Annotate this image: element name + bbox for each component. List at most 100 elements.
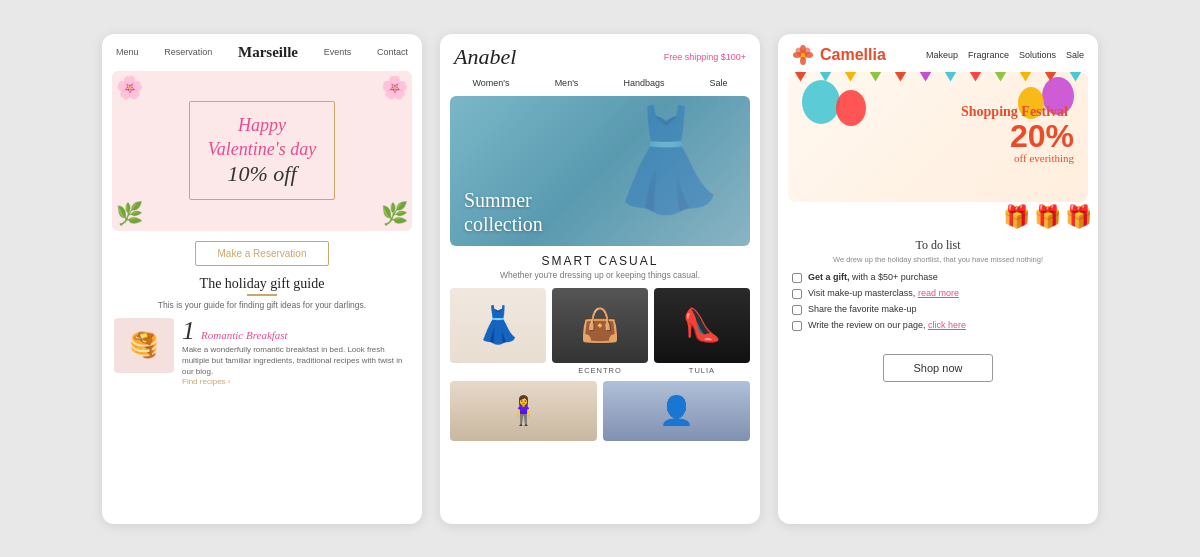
flag-11 (1045, 72, 1057, 82)
read-more-link[interactable]: read more (918, 288, 959, 298)
todo-text-1: Get a gift, with a $50+ purchase (808, 272, 938, 282)
todo-section: To do list We drew up the holiday shortl… (778, 230, 1098, 344)
festival-sub: off everithing (802, 152, 1074, 164)
menu-sale-camellia[interactable]: Sale (1066, 50, 1084, 60)
item-heading-highlight: Romantic (201, 329, 243, 341)
checkbox-4[interactable] (792, 321, 802, 331)
flag-6 (920, 72, 932, 82)
click-here-link[interactable]: click here (928, 320, 966, 330)
product-image-bag: 👜 (552, 288, 648, 363)
card1-nav: Menu Reservation Marseille Events Contac… (102, 34, 422, 67)
free-shipping-label[interactable]: Free shipping $100+ (664, 52, 746, 62)
todo-text-2: Visit make-up masterclass, read more (808, 288, 959, 298)
menu-mens[interactable]: Men's (555, 78, 579, 88)
festival-discount: 20% (802, 120, 1074, 152)
smart-casual-title: SMART CASUAL (440, 254, 760, 268)
menu-makeup[interactable]: Makeup (926, 50, 958, 60)
card2-menu: Women's Men's Handbags Sale (440, 74, 760, 96)
product-image-dress: 👗 (450, 288, 546, 363)
flag-5 (895, 72, 907, 82)
flag-9 (995, 72, 1007, 82)
find-recipes-link[interactable]: Find recipes › (182, 377, 410, 386)
hero-title: Happy Valentine's day (208, 114, 316, 161)
item-heading: Romantic Breakfast (201, 329, 288, 341)
product-image-person2[interactable]: 🧍‍♀️ (450, 381, 597, 441)
gifts-decoration: 🎁 🎁 🎁 (778, 202, 1098, 230)
product-label-tulia: TULIA (689, 366, 715, 375)
product-image-person3[interactable]: 👤 (603, 381, 750, 441)
checkbox-2[interactable] (792, 289, 802, 299)
rose-decoration-tl: 🌸 (116, 75, 143, 101)
flag-7 (945, 72, 957, 82)
flag-2 (820, 72, 832, 82)
flag-8 (970, 72, 982, 82)
todo-title: To do list (792, 238, 1084, 253)
nav-reservation[interactable]: Reservation (164, 47, 212, 57)
reservation-button[interactable]: Make a Reservation (195, 241, 330, 266)
brand-wrap: Camellia (792, 44, 886, 66)
nav-contact[interactable]: Contact (377, 47, 408, 57)
todo-text-3: Share the favorite make-up (808, 304, 917, 314)
product-label-ecentro: ECENTRO (578, 366, 622, 375)
title-underline (247, 294, 277, 296)
item-body: 1 Romantic Breakfast Make a wonderfully … (182, 318, 410, 387)
menu-handbags[interactable]: Handbags (623, 78, 664, 88)
todo-text-4: Write the review on our page, click here (808, 320, 966, 330)
todo-subtitle: We drew up the holiday shortlist, that y… (792, 255, 1084, 264)
card-camellia: Camellia Makeup Fragrance Solutions Sale (778, 34, 1098, 524)
nav-events[interactable]: Events (324, 47, 352, 57)
brand-name-camellia: Camellia (820, 46, 886, 64)
smart-casual-sub: Whether you're dressing up or keeping th… (440, 270, 760, 280)
product-grid: 👗 👜 ECENTRO 👠 TULIA (440, 288, 760, 375)
checkbox-3[interactable] (792, 305, 802, 315)
flag-1 (795, 72, 807, 82)
card-anabel: Anabel Free shipping $100+ Women's Men's… (440, 34, 760, 524)
card-marseille: Menu Reservation Marseille Events Contac… (102, 34, 422, 524)
product-image-shoes: 👠 (654, 288, 750, 363)
todo-item-1: Get a gift, with a $50+ purchase (792, 272, 1084, 283)
nav-menu[interactable]: Menu (116, 47, 139, 57)
item-number: 1 (182, 318, 195, 344)
menu-fragrance[interactable]: Fragrance (968, 50, 1009, 60)
hero-discount: 10% off (208, 161, 316, 187)
flag-12 (1070, 72, 1082, 82)
item-description: Make a wonderfully romantic breakfast in… (182, 344, 410, 378)
checkbox-1[interactable] (792, 273, 802, 283)
menu-solutions[interactable]: Solutions (1019, 50, 1056, 60)
grid-item-dress[interactable]: 👗 (450, 288, 546, 375)
card3-hero: Shopping Festival 20% off everithing (788, 72, 1088, 202)
shop-now-button[interactable]: Shop now (883, 354, 994, 382)
bunting-decoration (788, 72, 1088, 86)
menu-sale[interactable]: Sale (709, 78, 727, 88)
todo-item-4: Write the review on our page, click here (792, 320, 1084, 331)
gift-icon-2: 🎁 (1034, 204, 1061, 230)
card2-hero: 👗 Summer collection (450, 96, 750, 246)
section-title: The holiday gift guide (102, 276, 422, 292)
grid-item-bag[interactable]: 👜 ECENTRO (552, 288, 648, 375)
item-image: 🥞 (114, 318, 174, 373)
flag-10 (1020, 72, 1032, 82)
rose-decoration-br: 🌿 (381, 201, 408, 227)
rose-decoration-tr: 🌸 (381, 75, 408, 101)
card1-hero: 🌸 🌸 🌿 🌿 Happy Valentine's day 10% off (112, 71, 412, 231)
hero-figure: 👗 (605, 101, 730, 219)
grid-item-shoes[interactable]: 👠 TULIA (654, 288, 750, 375)
todo-item-2: Visit make-up masterclass, read more (792, 288, 1084, 299)
rose-decoration-bl: 🌿 (116, 201, 143, 227)
hero-border-frame: Happy Valentine's day 10% off (189, 101, 335, 200)
todo-item-3: Share the favorite make-up (792, 304, 1084, 315)
gift-icon-1: 🎁 (1003, 204, 1030, 230)
menu-womens[interactable]: Women's (473, 78, 510, 88)
card2-nav: Anabel Free shipping $100+ (440, 34, 760, 74)
gift-icon-3: 🎁 (1065, 204, 1092, 230)
nav-brand: Marseille (238, 44, 298, 61)
nav-brand-anabel: Anabel (454, 44, 516, 70)
section-subtitle: This is your guide for finding gift idea… (102, 300, 422, 310)
svg-point-2 (800, 57, 806, 65)
camellia-logo-icon (792, 44, 814, 66)
hero-overlay-text: Summer collection (464, 188, 543, 236)
card3-nav: Camellia Makeup Fragrance Solutions Sale (778, 34, 1098, 72)
card3-menu: Makeup Fragrance Solutions Sale (926, 50, 1084, 60)
list-item: 🥞 1 Romantic Breakfast Make a wonderfull… (102, 318, 422, 395)
flag-3 (845, 72, 857, 82)
